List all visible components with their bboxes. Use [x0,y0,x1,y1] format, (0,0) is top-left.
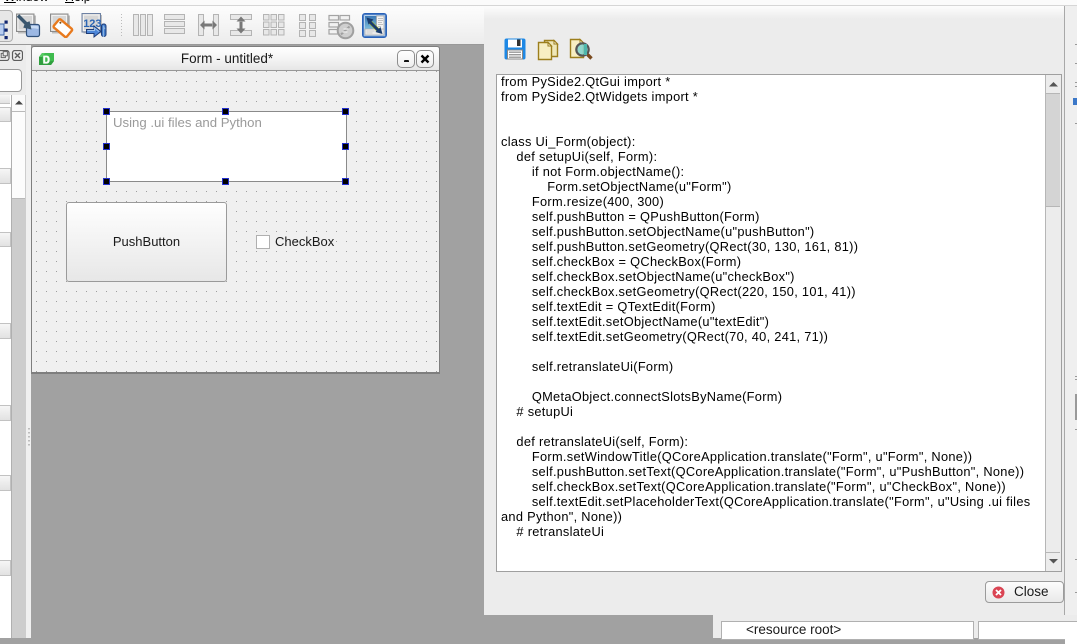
svg-text:123: 123 [83,18,101,30]
